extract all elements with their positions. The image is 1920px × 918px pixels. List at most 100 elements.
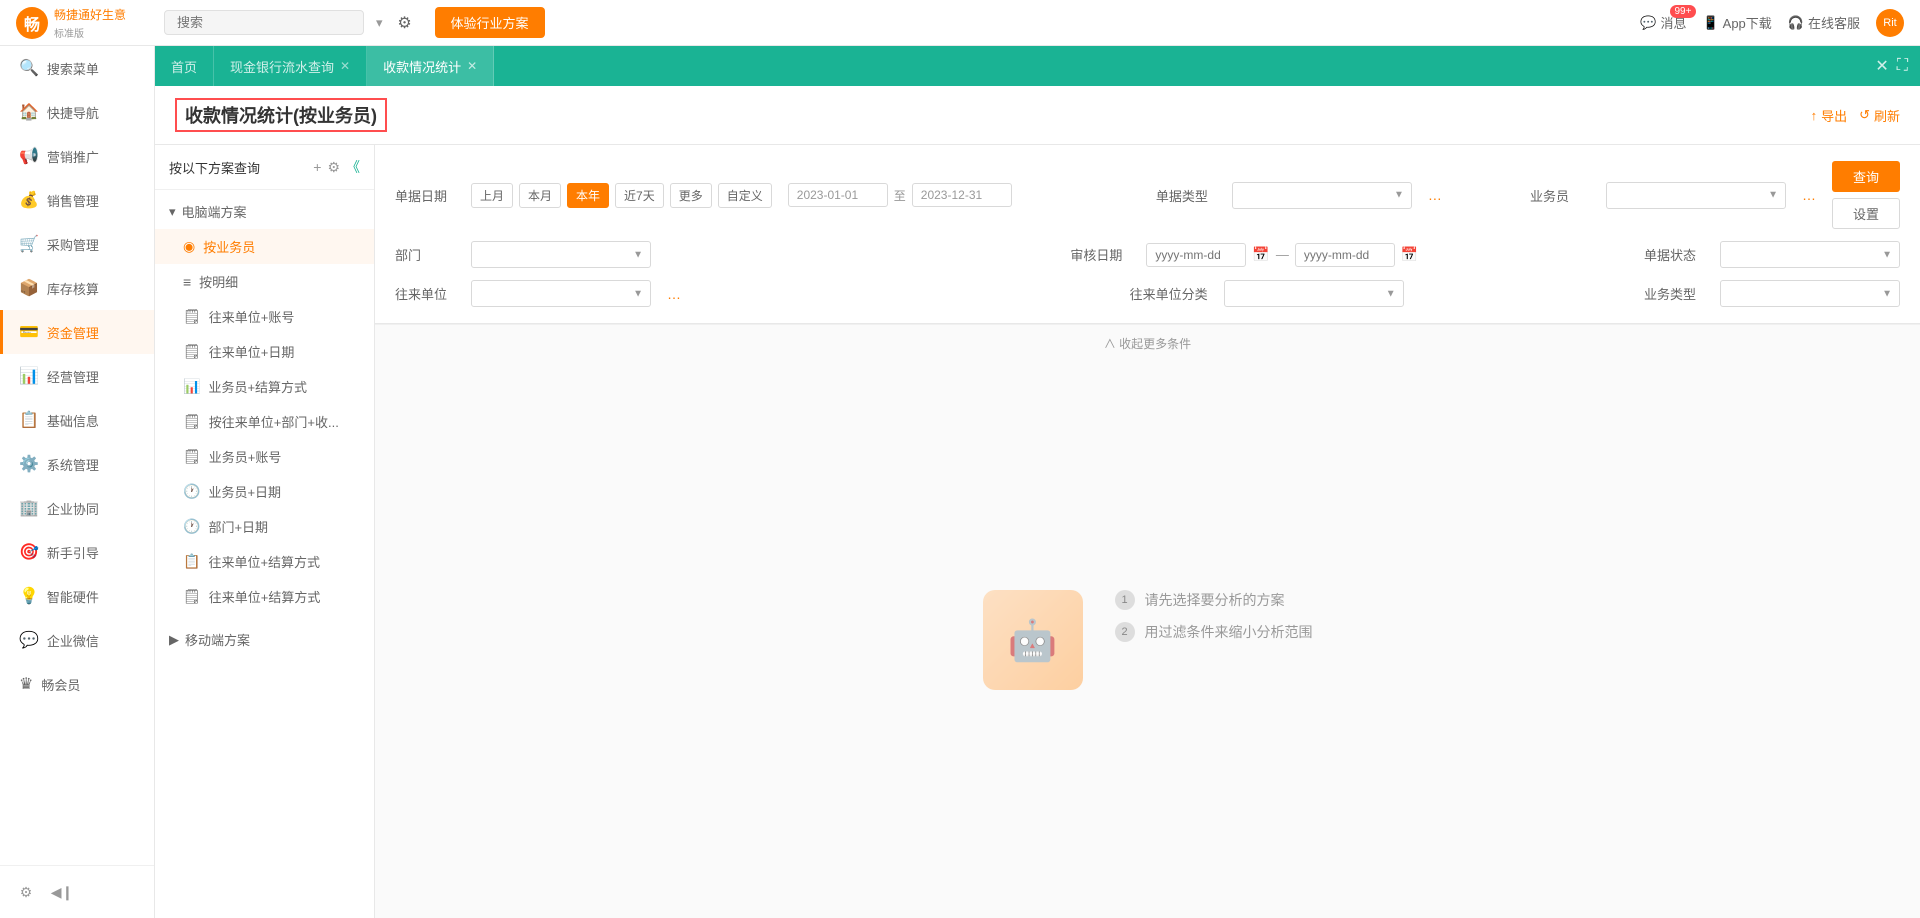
- counterparty-more-btn[interactable]: …: [667, 286, 681, 302]
- scheme-mobile-group-header[interactable]: ▶ 移动端方案: [155, 622, 374, 657]
- sidebar-item-quick-nav[interactable]: 🏠 快捷导航: [0, 90, 154, 134]
- review-date-start-calendar-icon[interactable]: 📅: [1252, 246, 1269, 263]
- scheme-item-dept-date[interactable]: 🕐 部门+日期: [155, 509, 374, 544]
- date-btn-this-year[interactable]: 本年: [567, 183, 609, 208]
- scheme-item-by-detail[interactable]: ≡ 按明细: [155, 264, 374, 299]
- search-input[interactable]: [164, 10, 364, 35]
- scheme-collapse-btn[interactable]: 《: [346, 157, 360, 177]
- sidebar-item-marketing[interactable]: 📢 营销推广: [0, 134, 154, 178]
- tab-bar-right: ✕ ⛶: [1863, 46, 1920, 86]
- voucher-status-select[interactable]: [1720, 241, 1900, 268]
- date-btn-last-month[interactable]: 上月: [471, 183, 513, 208]
- sidebar-item-operations[interactable]: 📊 经营管理: [0, 354, 154, 398]
- messages-button[interactable]: 💬 消息 99+: [1640, 13, 1686, 32]
- collapse-bar[interactable]: ∧ 收起更多条件: [375, 324, 1920, 362]
- scheme-item-counterparty-account[interactable]: 🗒 往来单位+账号: [155, 299, 374, 334]
- system-icon: ⚙️: [19, 454, 39, 474]
- sidebar-item-finance[interactable]: 💳 资金管理: [0, 310, 154, 354]
- refresh-button[interactable]: ↺ 刷新: [1859, 106, 1900, 125]
- sidebar-item-vip[interactable]: ♛ 畅会员: [0, 662, 154, 706]
- scheme-add-btn[interactable]: +: [313, 159, 321, 175]
- empty-illustration: 🤖: [983, 590, 1083, 690]
- search-dropdown-icon[interactable]: ▾: [376, 15, 383, 31]
- sidebar-item-wechat[interactable]: 💬 企业微信: [0, 618, 154, 662]
- scheme-item-counterparty-date[interactable]: 🗒 往来单位+日期: [155, 334, 374, 369]
- export-button[interactable]: ↑ 导出: [1811, 106, 1848, 125]
- tab-close-collection-stats[interactable]: ✕: [467, 59, 477, 73]
- app-download-button[interactable]: 📱 App下载: [1702, 13, 1771, 32]
- date-start-input[interactable]: [788, 183, 888, 207]
- review-date-start-input[interactable]: [1146, 243, 1246, 267]
- dept-label: 部门: [395, 245, 455, 264]
- scheme-item-by-salesperson[interactable]: ◉ 按业务员: [155, 229, 374, 264]
- date-btn-custom[interactable]: 自定义: [718, 183, 772, 208]
- date-btn-this-month[interactable]: 本月: [519, 183, 561, 208]
- sidebar-item-purchase[interactable]: 🛒 采购管理: [0, 222, 154, 266]
- user-avatar[interactable]: Rit: [1876, 9, 1904, 37]
- filter-row-3: 往来单位 … 往来单位分类: [395, 280, 1900, 307]
- review-date-range: 📅 — 📅: [1146, 243, 1418, 267]
- counterparty-category-label: 往来单位分类: [1130, 284, 1208, 303]
- date-btn-last-7days[interactable]: 近7天: [615, 183, 664, 208]
- voucher-status-label: 单据状态: [1644, 245, 1704, 264]
- logo-icon: 畅: [16, 7, 48, 39]
- scheme-item-counterparty-dept-collect[interactable]: 🗒 按往来单位+部门+收...: [155, 404, 374, 439]
- sidebar-collapse-btn[interactable]: ◀❙: [48, 878, 76, 906]
- sidebar-item-sales[interactable]: 💰 销售管理: [0, 178, 154, 222]
- tab-bar-close-btn[interactable]: ✕: [1875, 56, 1888, 76]
- tab-home[interactable]: 首页: [155, 46, 214, 86]
- group-arrow-down-icon: ▾: [169, 204, 176, 220]
- guide-icon: 🎯: [19, 542, 39, 562]
- scheme-desktop-group-header[interactable]: ▾ 电脑端方案: [155, 194, 374, 229]
- dept-select[interactable]: [471, 241, 651, 268]
- salesperson-select[interactable]: [1606, 182, 1786, 209]
- scheme-item-salesperson-date[interactable]: 🕐 业务员+日期: [155, 474, 374, 509]
- mobile-group-arrow-icon: ▶: [169, 632, 179, 648]
- voucher-type-select[interactable]: [1232, 182, 1412, 209]
- counterparty-select[interactable]: [471, 280, 651, 307]
- scheme-item-counterparty-settlement2[interactable]: 🗒 往来单位+结算方式: [155, 579, 374, 614]
- scheme-item-salesperson-settlement[interactable]: 📊 业务员+结算方式: [155, 369, 374, 404]
- headset-icon: 🎧: [1788, 15, 1804, 31]
- home-icon: 🏠: [19, 102, 39, 122]
- sidebar-item-smart-hw[interactable]: 💡 智能硬件: [0, 574, 154, 618]
- scheme-settings-btn[interactable]: ⚙: [327, 159, 340, 176]
- counterparty-category-select[interactable]: [1224, 280, 1404, 307]
- top-bar: 畅 畅捷通好生意 标准版 ▾ ⚙ 体验行业方案 💬 消息 99+ 📱 App下载…: [0, 0, 1920, 46]
- review-date-end-calendar-icon[interactable]: 📅: [1401, 246, 1418, 263]
- online-service-button[interactable]: 🎧 在线客服: [1788, 13, 1860, 32]
- settings-icon[interactable]: ⚙: [391, 9, 419, 37]
- tab-close-bank-flow[interactable]: ✕: [340, 59, 350, 73]
- review-date-end-input[interactable]: [1295, 243, 1395, 267]
- sidebar-item-enterprise[interactable]: 🏢 企业协同: [0, 486, 154, 530]
- scheme-desktop-group: ▾ 电脑端方案 ◉ 按业务员 ≡ 按明细 🗒 往来单位+账号: [155, 190, 374, 618]
- sidebar-settings-btn[interactable]: ⚙: [12, 878, 40, 906]
- setting-button[interactable]: 设置: [1832, 198, 1900, 229]
- date-btn-more[interactable]: 更多: [670, 183, 712, 208]
- date-separator: 至: [894, 187, 906, 204]
- voucher-type-more-btn[interactable]: …: [1428, 187, 1442, 203]
- scheme-item-salesperson-account[interactable]: 🗒 业务员+账号: [155, 439, 374, 474]
- tab-collection-stats[interactable]: 收款情况统计 ✕: [367, 46, 494, 86]
- trial-button[interactable]: 体验行业方案: [435, 7, 545, 38]
- sidebar-item-search-menu[interactable]: 🔍 搜索菜单: [0, 46, 154, 90]
- date-range: 至: [788, 183, 1012, 207]
- top-bar-left: 畅 畅捷通好生意 标准版 ▾ ⚙ 体验行业方案: [16, 6, 1640, 40]
- sidebar-item-inventory[interactable]: 📦 库存核算: [0, 266, 154, 310]
- scheme-panel-title: 按以下方案查询: [169, 158, 260, 177]
- sidebar-item-guide[interactable]: 🎯 新手引导: [0, 530, 154, 574]
- salesperson-more-btn[interactable]: …: [1802, 187, 1816, 203]
- scheme-item-counterparty-settlement1[interactable]: 📋 往来单位+结算方式: [155, 544, 374, 579]
- sidebar-bottom: ⚙ ◀❙: [0, 865, 154, 918]
- salesperson-date-icon: 🕐: [183, 483, 200, 500]
- vip-icon: ♛: [19, 674, 33, 694]
- export-icon: ↑: [1811, 108, 1818, 123]
- tab-bank-flow[interactable]: 现金银行流水查询 ✕: [214, 46, 367, 86]
- tab-bar-expand-btn[interactable]: ⛶: [1897, 57, 1908, 75]
- sidebar-item-basic-info[interactable]: 📋 基础信息: [0, 398, 154, 442]
- filter-panel: 单据日期 上月 本月 本年 近7天 更多 自定义 至: [375, 145, 1920, 324]
- sidebar-item-system[interactable]: ⚙️ 系统管理: [0, 442, 154, 486]
- biz-type-select[interactable]: [1720, 280, 1900, 307]
- query-button[interactable]: 查询: [1832, 161, 1900, 192]
- date-end-input[interactable]: [912, 183, 1012, 207]
